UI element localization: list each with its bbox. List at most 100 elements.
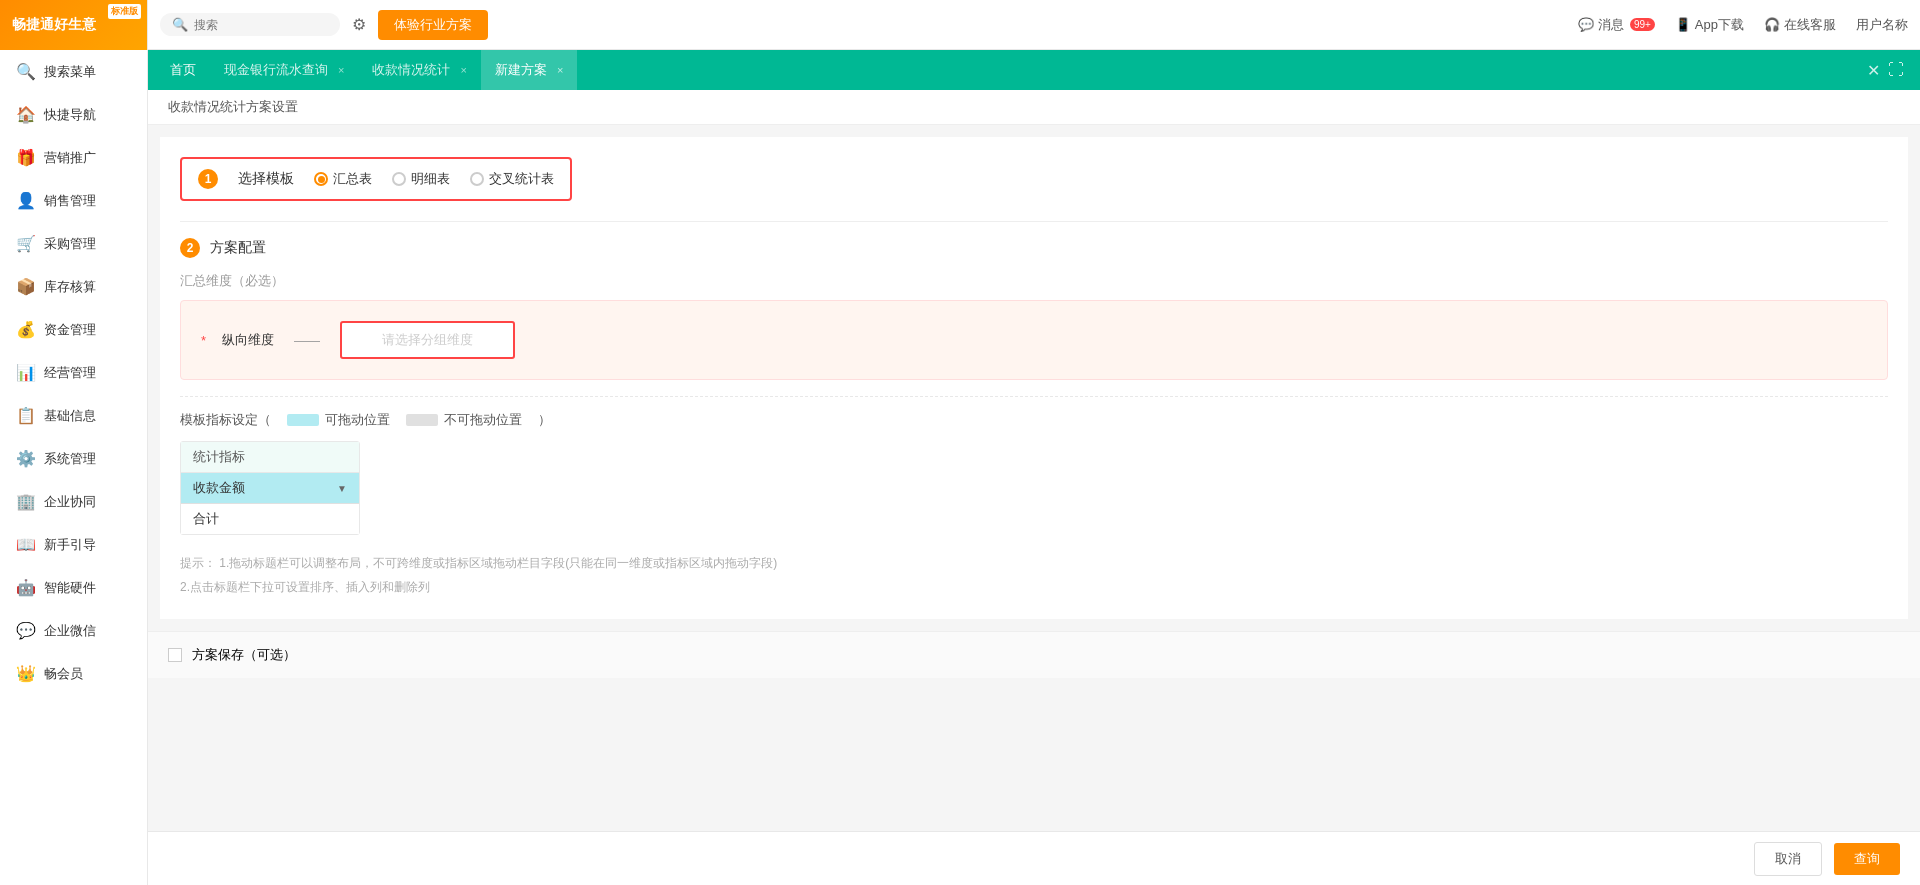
sidebar-item-purchase[interactable]: 🛒采购管理	[0, 222, 147, 265]
tab-close-receipt-stats[interactable]: ×	[460, 64, 466, 76]
legend-draggable-color	[287, 414, 319, 426]
radio-summary-circle	[314, 172, 328, 186]
legend-draggable-item: 可拖动位置	[287, 411, 390, 429]
stat-item-label: 收款金额	[193, 479, 245, 497]
legend-static-label: 不可拖动位置	[444, 411, 522, 429]
indicator-header: 模板指标设定（ 可拖动位置 不可拖动位置 ）	[180, 411, 1888, 429]
chevron-down-icon: ▼	[337, 483, 347, 494]
sidebar-item-inventory[interactable]: 📦库存核算	[0, 265, 147, 308]
sidebar-item-beginner-guide[interactable]: 📖新手引导	[0, 523, 147, 566]
gear-icon[interactable]: ⚙	[352, 15, 366, 34]
save-checkbox[interactable]	[168, 648, 182, 662]
query-button[interactable]: 查询	[1834, 843, 1900, 875]
sidebar-item-marketing[interactable]: 🎁 营销推广	[0, 136, 147, 179]
tab-receipt-stats[interactable]: 收款情况统计×	[358, 50, 480, 90]
indicator-close-symbol: ）	[538, 411, 551, 429]
sidebar-item-system[interactable]: ⚙️系统管理	[0, 437, 147, 480]
cancel-button[interactable]: 取消	[1754, 842, 1822, 876]
search-icon: 🔍	[172, 17, 188, 32]
sidebar-item-vip[interactable]: 👑畅会员	[0, 652, 147, 695]
trial-button[interactable]: 体验行业方案	[378, 10, 488, 40]
search-menu-icon: 🔍	[16, 62, 36, 81]
indicator-settings-label: 模板指标设定（	[180, 411, 271, 429]
sidebar-item-enterprise-wechat[interactable]: 💬 企业微信	[0, 609, 147, 652]
window-maximize-icon[interactable]: ⛶	[1888, 61, 1904, 79]
step2-title: 方案配置	[210, 239, 266, 257]
sidebar-item-finance[interactable]: 💰资金管理	[0, 308, 147, 351]
sidebar-item-search-menu[interactable]: 🔍搜索菜单	[0, 50, 147, 93]
tab-bank-flow[interactable]: 现金银行流水查询×	[210, 50, 358, 90]
tab-home[interactable]: 首页	[156, 50, 210, 90]
radio-detail[interactable]: 明细表	[392, 170, 450, 188]
hint2: 2.点击标题栏下拉可设置排序、插入列和删除列	[180, 575, 1888, 599]
sidebar-item-label: 新手引导	[44, 536, 96, 554]
basic-info-icon: 📋	[16, 406, 36, 425]
step1-title: 选择模板	[238, 170, 294, 188]
step1-header: 1 选择模板 汇总表 明细表 交叉统计表	[180, 157, 1888, 201]
dim-placeholder-button[interactable]: 请选择分组维度	[340, 321, 515, 359]
sidebar-item-label: 营销推广	[44, 149, 96, 167]
sidebar-item-sales[interactable]: 👤销售管理	[0, 179, 147, 222]
service-label: 在线客服	[1784, 16, 1836, 34]
sidebar-nav: 🔍搜索菜单🏠快捷导航 🎁 营销推广 👤销售管理🛒采购管理📦库存核算💰资金管理📊经营管理…	[0, 50, 147, 885]
step1-number: 1	[198, 169, 218, 189]
sidebar-logo: 畅捷通好生意 标准版	[0, 0, 147, 50]
sidebar-item-enterprise-coop[interactable]: 🏢企业协同	[0, 480, 147, 523]
sidebar-item-basic-info[interactable]: 📋 基础信息	[0, 394, 147, 437]
message-label: 消息	[1598, 16, 1624, 34]
legend-draggable-label: 可拖动位置	[325, 411, 390, 429]
radio-summary[interactable]: 汇总表	[314, 170, 372, 188]
dimension-section-label: 汇总维度（必选）	[180, 272, 1888, 290]
radio-cross-circle	[470, 172, 484, 186]
header-right: 💬 消息 99+ 📱 App下载 🎧 在线客服 用户名称	[1578, 16, 1908, 34]
enterprise-wechat-icon: 💬	[16, 621, 36, 640]
sidebar-item-label: 企业微信	[44, 622, 96, 640]
search-bar[interactable]: 🔍	[160, 13, 340, 36]
message-item[interactable]: 💬 消息 99+	[1578, 16, 1655, 34]
save-section: 方案保存（可选）	[148, 631, 1920, 678]
operation-icon: 📊	[16, 363, 36, 382]
search-input[interactable]	[194, 18, 314, 32]
user-label: 用户名称	[1856, 16, 1908, 34]
window-close-icon[interactable]: ✕	[1867, 61, 1880, 80]
sidebar-item-smart-hardware[interactable]: 🤖智能硬件	[0, 566, 147, 609]
stat-section-header: 统计指标	[181, 442, 359, 473]
sidebar-item-operation[interactable]: 📊经营管理	[0, 351, 147, 394]
dim-required-star: *	[201, 333, 206, 348]
footer-bar: 取消 查询	[148, 831, 1920, 885]
template-options-box: 1 选择模板 汇总表 明细表 交叉统计表	[180, 157, 572, 201]
tab-close-new-plan[interactable]: ×	[557, 64, 563, 76]
save-label: 方案保存（可选）	[192, 646, 296, 664]
step1-section: 1 选择模板 汇总表 明细表 交叉统计表	[180, 157, 1888, 201]
vertical-dim-label: 纵向维度	[222, 331, 274, 349]
download-item[interactable]: 📱 App下载	[1675, 16, 1744, 34]
system-icon: ⚙️	[16, 449, 36, 468]
sidebar-item-label: 基础信息	[44, 407, 96, 425]
tab-new-plan[interactable]: 新建方案×	[481, 50, 577, 90]
logo-text: 畅捷通好生意	[12, 16, 96, 34]
content-area: 收款情况统计方案设置 1 选择模板 汇总表 明细表	[148, 90, 1920, 885]
sidebar-item-quick-nav[interactable]: 🏠快捷导航	[0, 93, 147, 136]
user-name[interactable]: 用户名称	[1856, 16, 1908, 34]
sidebar-item-label: 销售管理	[44, 192, 96, 210]
quick-nav-icon: 🏠	[16, 105, 36, 124]
radio-detail-circle	[392, 172, 406, 186]
radio-cross-label: 交叉统计表	[489, 170, 554, 188]
download-label: App下载	[1695, 16, 1744, 34]
marketing-icon: 🎁	[16, 148, 36, 167]
hint1: 提示： 1.拖动标题栏可以调整布局，不可跨维度或指标区域拖动栏目字段(只能在同一…	[180, 551, 1888, 575]
sidebar-item-label: 畅会员	[44, 665, 83, 683]
stat-item-row[interactable]: 收款金额 ▼	[181, 473, 359, 504]
stat-subtotal-row: 合计	[181, 504, 359, 534]
step2-section: 2 方案配置 汇总维度（必选） * 纵向维度 —— 请选择分组维度	[180, 221, 1888, 599]
radio-cross[interactable]: 交叉统计表	[470, 170, 554, 188]
breadcrumb: 收款情况统计方案设置	[148, 90, 1920, 125]
tab-close-bank-flow[interactable]: ×	[338, 64, 344, 76]
step2-header: 2 方案配置	[180, 238, 1888, 258]
service-item[interactable]: 🎧 在线客服	[1764, 16, 1836, 34]
sidebar-item-label: 采购管理	[44, 235, 96, 253]
dimension-area: * 纵向维度 —— 请选择分组维度	[180, 300, 1888, 380]
finance-icon: 💰	[16, 320, 36, 339]
enterprise-coop-icon: 🏢	[16, 492, 36, 511]
smart-hardware-icon: 🤖	[16, 578, 36, 597]
